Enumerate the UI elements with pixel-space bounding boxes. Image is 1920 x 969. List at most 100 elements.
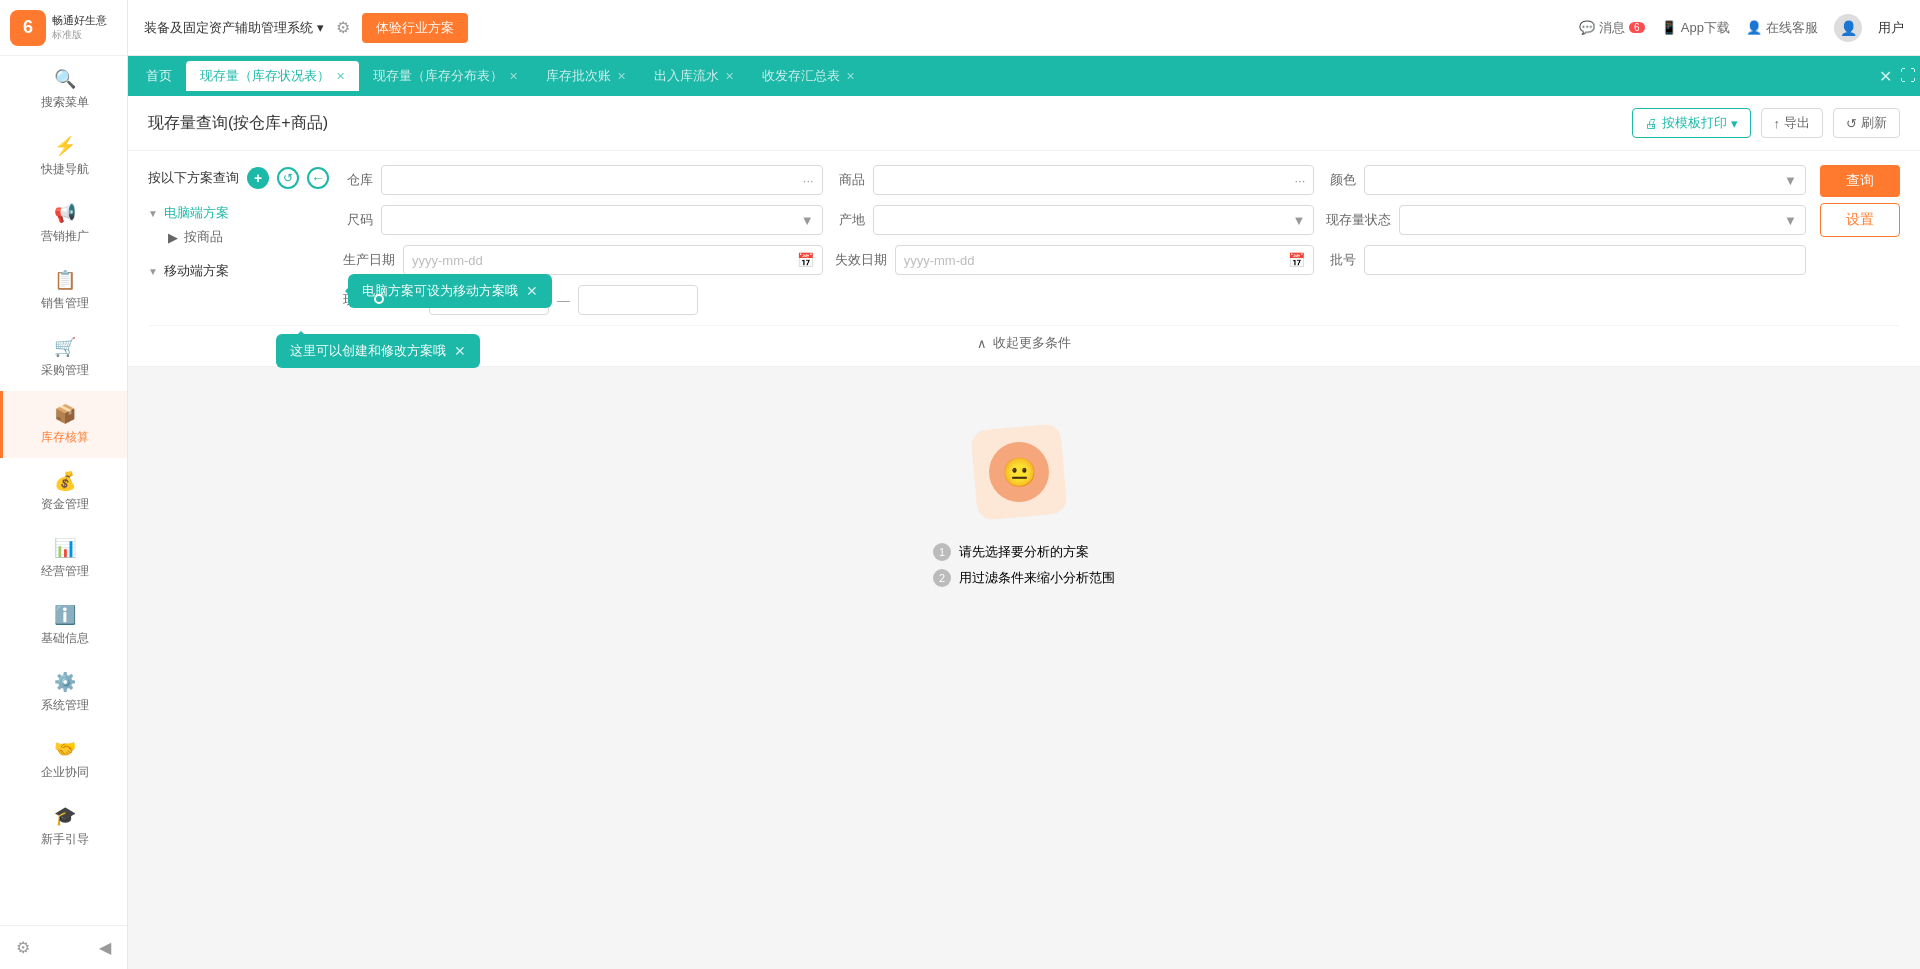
tab-inventory-status-label: 现存量（库存状况表） [200, 67, 330, 85]
sidebar-item-finance[interactable]: 💰 资金管理 [0, 458, 127, 525]
color-select[interactable]: ▼ [1364, 165, 1806, 195]
empty-step-1: 1 请先选择要分析的方案 [933, 543, 1115, 561]
connector-dot [374, 294, 384, 304]
origin-label: 产地 [835, 211, 865, 229]
scheme-node-mobile[interactable]: ▼ 移动端方案 [148, 259, 329, 283]
collapse-sidebar-icon[interactable]: ◀ [99, 938, 111, 957]
operation-icon: 📊 [54, 537, 76, 559]
tab-close-icon[interactable]: ✕ [617, 70, 626, 83]
stock-max-input[interactable] [578, 285, 698, 315]
batch-input[interactable] [1364, 245, 1806, 275]
guide-icon: 🎓 [54, 805, 76, 827]
produce-date-placeholder: yyyy-mm-dd [412, 253, 483, 268]
app-download-btn[interactable]: 📱 App下载 [1661, 19, 1730, 37]
header-left: 装备及固定资产辅助管理系统 ▾ ⚙ 体验行业方案 [144, 13, 468, 43]
brand-badge: 标准版 [52, 28, 107, 42]
online-service-btn[interactable]: 👤 在线客服 [1746, 19, 1818, 37]
add-scheme-btn[interactable]: + [247, 167, 269, 189]
tab-home[interactable]: 首页 [132, 61, 186, 91]
tab-close-icon[interactable]: ✕ [846, 70, 855, 83]
sidebar-item-purchase[interactable]: 🛒 采购管理 [0, 324, 127, 391]
export-icon: ↑ [1774, 116, 1781, 131]
scheme-sub-icon: ▶ [168, 230, 178, 245]
template-print-btn[interactable]: 🖨 按模板打印 ▾ [1632, 108, 1751, 138]
sidebar-item-inventory[interactable]: 📦 库存核算 [0, 391, 127, 458]
product-dots: ··· [1294, 173, 1305, 188]
tab-flow-label: 出入库流水 [654, 67, 719, 85]
tab-fullscreen-icon[interactable]: ⛶ [1900, 67, 1916, 85]
sidebar-nav: 🔍 搜索菜单 ⚡ 快捷导航 📢 营销推广 📋 销售管理 🛒 采购管理 📦 库存核… [0, 56, 127, 925]
collapse-btn[interactable]: ∧ 收起更多条件 [977, 334, 1071, 352]
tooltip-edit-close-btn[interactable]: ✕ [454, 343, 466, 359]
step2-num: 2 [933, 569, 951, 587]
print-icon: 🖨 [1645, 116, 1658, 131]
sidebar-item-sales[interactable]: 📋 销售管理 [0, 257, 127, 324]
settings-icon[interactable]: ⚙ [16, 938, 30, 957]
tab-inventory-dist-label: 现存量（库存分布表） [373, 67, 503, 85]
tooltip-close-btn[interactable]: ✕ [526, 283, 538, 299]
empty-step-2: 2 用过滤条件来缩小分析范围 [933, 569, 1115, 587]
tab-flow[interactable]: 出入库流水 ✕ [640, 61, 748, 91]
tab-summary[interactable]: 收发存汇总表 ✕ [748, 61, 869, 91]
tab-close-icon[interactable]: ✕ [725, 70, 734, 83]
tab-inventory-status[interactable]: 现存量（库存状况表） ✕ [186, 61, 359, 91]
sidebar-item-nav[interactable]: ⚡ 快捷导航 [0, 123, 127, 190]
industry-btn[interactable]: 体验行业方案 [362, 13, 468, 43]
collapse-label: 收起更多条件 [993, 334, 1071, 352]
size-label: 尺码 [343, 211, 373, 229]
scheme-sub-label: 按商品 [184, 228, 223, 246]
message-btn[interactable]: 💬 消息 6 [1579, 19, 1645, 37]
sidebar-item-system[interactable]: ⚙️ 系统管理 [0, 659, 127, 726]
chevron-down-icon: ▼ [1784, 213, 1797, 228]
username[interactable]: 用户 [1878, 19, 1904, 37]
product-select[interactable]: ··· [873, 165, 1315, 195]
sidebar-item-operation[interactable]: 📊 经营管理 [0, 525, 127, 592]
warehouse-select[interactable]: ··· [381, 165, 823, 195]
reset-btn[interactable]: 设置 [1820, 203, 1900, 237]
export-btn[interactable]: ↑ 导出 [1761, 108, 1824, 138]
product-label: 商品 [835, 171, 865, 189]
stock-status-select[interactable]: ▼ [1399, 205, 1806, 235]
sidebar-item-label: 营销推广 [41, 228, 89, 245]
range-sep: — [557, 293, 570, 308]
origin-select[interactable]: ▼ [873, 205, 1315, 235]
sidebar-footer: ⚙ ◀ [0, 925, 127, 969]
warehouse-dots: ··· [803, 173, 814, 188]
sidebar-item-label: 销售管理 [41, 295, 89, 312]
refresh-btn[interactable]: ↺ 刷新 [1833, 108, 1900, 138]
expire-date-input[interactable]: yyyy-mm-dd 📅 [895, 245, 1315, 275]
system-selector[interactable]: 装备及固定资产辅助管理系统 ▾ [144, 19, 324, 37]
scheme-sub-item-1[interactable]: ▶ 按商品 [168, 225, 329, 249]
sidebar-item-search[interactable]: 🔍 搜索菜单 [0, 56, 127, 123]
scheme-node-pc[interactable]: ▼ 电脑端方案 [148, 201, 329, 225]
size-select[interactable]: ▼ [381, 205, 823, 235]
arrow-scheme-btn[interactable]: ← [307, 167, 329, 189]
sidebar-item-guide[interactable]: 🎓 新手引导 [0, 793, 127, 860]
sidebar-item-baseinfo[interactable]: ℹ️ 基础信息 [0, 592, 127, 659]
chevron-down-icon: ▼ [801, 213, 814, 228]
settings-icon[interactable]: ⚙ [336, 18, 350, 37]
empty-illustration: 😐 [974, 427, 1074, 527]
avatar: 👤 [1834, 14, 1862, 42]
message-label: 消息 [1599, 19, 1625, 37]
filter-label: 按以下方案查询 [148, 169, 239, 187]
tab-batch[interactable]: 库存批次账 ✕ [532, 61, 640, 91]
tab-close-all-icon[interactable]: ✕ [1879, 67, 1892, 86]
produce-date-input[interactable]: yyyy-mm-dd 📅 [403, 245, 823, 275]
tab-close-icon[interactable]: ✕ [509, 70, 518, 83]
refresh-scheme-btn[interactable]: ↺ [277, 167, 299, 189]
step1-text: 请先选择要分析的方案 [959, 543, 1089, 561]
sidebar-item-label: 基础信息 [41, 630, 89, 647]
marketing-icon: 📢 [54, 202, 76, 224]
tab-close-icon[interactable]: ✕ [336, 70, 345, 83]
sidebar-item-enterprise[interactable]: 🤝 企业协同 [0, 726, 127, 793]
tab-inventory-dist[interactable]: 现存量（库存分布表） ✕ [359, 61, 532, 91]
search-btn[interactable]: 查询 [1820, 165, 1900, 197]
chevron-down-icon: ▾ [1731, 116, 1738, 131]
online-service-label: 在线客服 [1766, 19, 1818, 37]
chevron-up-icon: ∧ [977, 336, 987, 351]
sidebar-item-label: 资金管理 [41, 496, 89, 513]
app-download-label: App下载 [1681, 19, 1730, 37]
scheme-sub-pc: ▶ 按商品 [148, 225, 329, 249]
sidebar-item-marketing[interactable]: 📢 营销推广 [0, 190, 127, 257]
